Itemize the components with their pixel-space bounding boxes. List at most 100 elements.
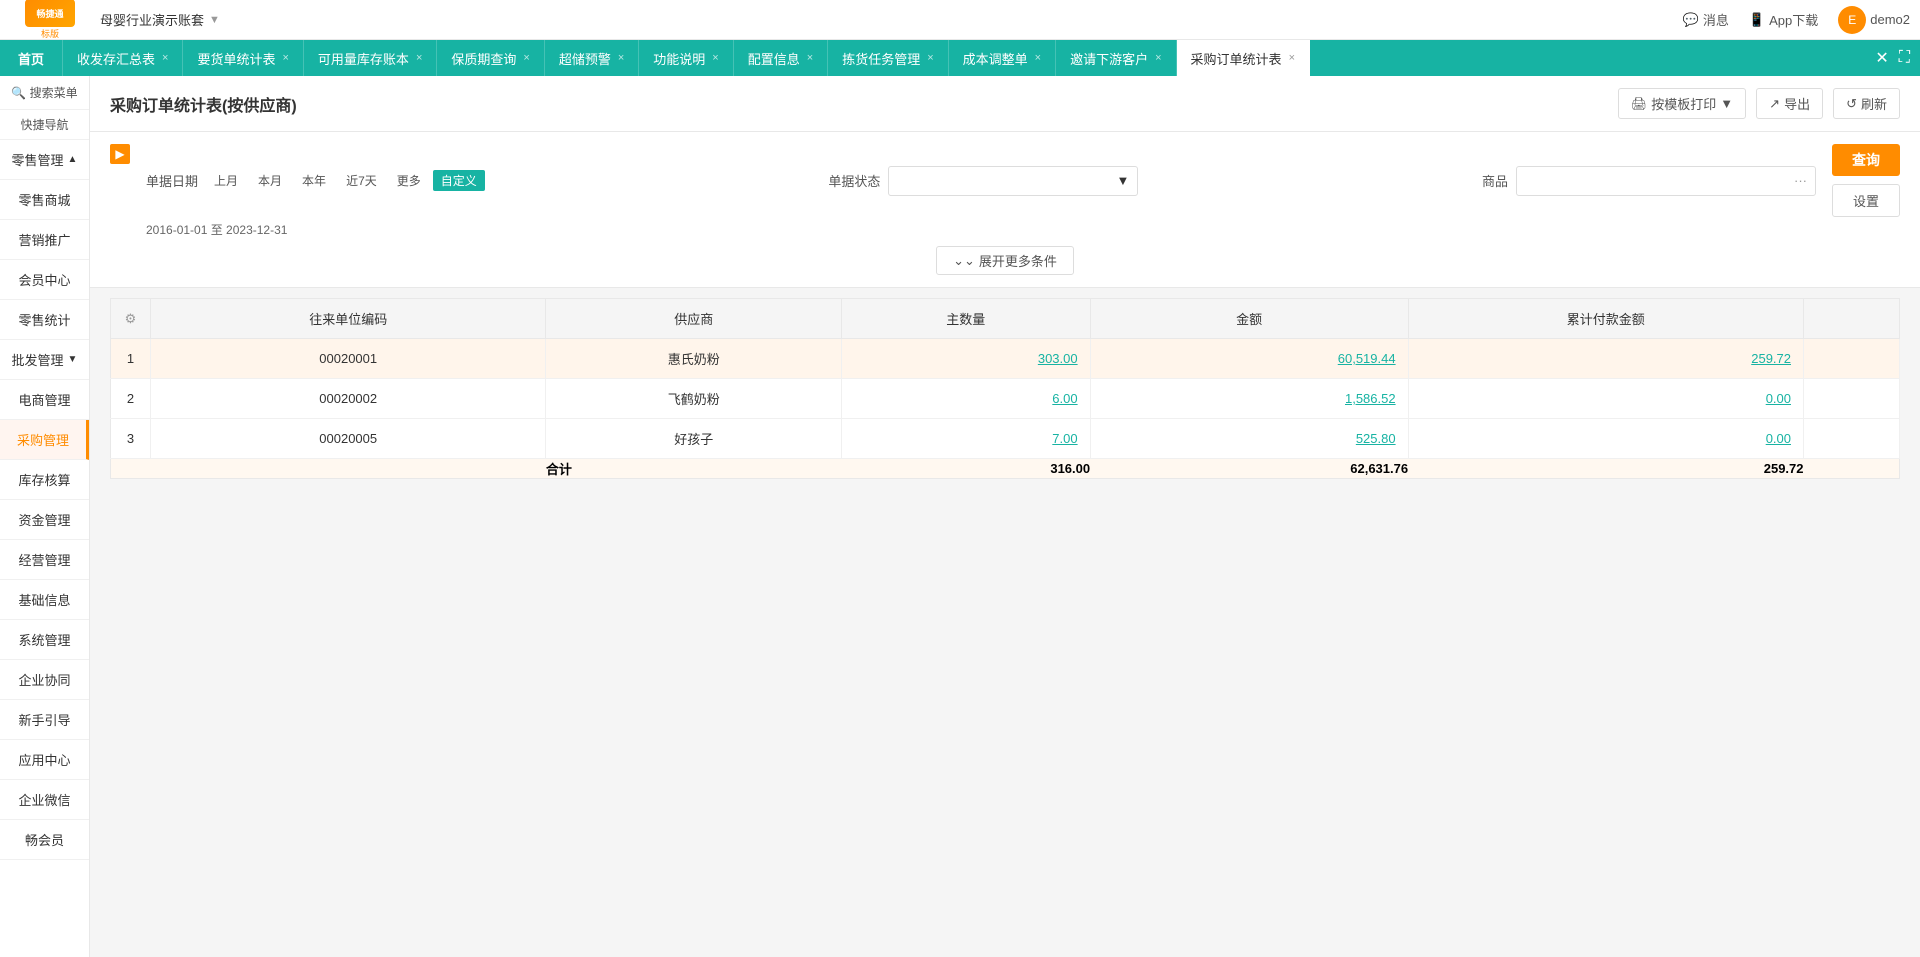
sidebar-item-retail-stats[interactable]: 零售统计: [0, 300, 89, 340]
sidebar-item-label: 会员中心: [18, 270, 70, 289]
more-dates-button[interactable]: 更多: [389, 170, 429, 191]
app-download-button[interactable]: 📱 App下载: [1749, 10, 1818, 29]
sidebar-item-purchase[interactable]: 采购管理: [0, 420, 89, 460]
row-extra: [1804, 339, 1900, 379]
this-year-button[interactable]: 本年: [294, 170, 334, 191]
sidebar-item-marketing[interactable]: 营销推广: [0, 220, 89, 260]
status-filter-label: 单据状态: [828, 171, 880, 190]
workspace-selector[interactable]: 母婴行业演示账套 ▼: [90, 10, 1683, 29]
close-icon[interactable]: ×: [1155, 52, 1161, 64]
sidebar-item-enterprise-wechat[interactable]: 企业微信: [0, 780, 89, 820]
qty-link[interactable]: 6.00: [1052, 391, 1077, 406]
sidebar-item-label: 资金管理: [18, 510, 70, 529]
tab-chaochuyujing[interactable]: 超储预警 ×: [545, 40, 639, 76]
sidebar-item-chang-vip[interactable]: 畅会员: [0, 820, 89, 860]
amount-link[interactable]: 525.80: [1356, 431, 1396, 446]
tab-label: 保质期查询: [451, 49, 516, 68]
row-qty: 6.00: [842, 379, 1091, 419]
table-container: ⚙ 往来单位编码 供应商 主数量 金额 累计付款金额 1 00020001: [90, 298, 1920, 499]
tab-shofazun[interactable]: 收发存汇总表 ×: [63, 40, 183, 76]
amount-link[interactable]: 60,519.44: [1338, 351, 1396, 366]
paid-link[interactable]: 259.72: [1751, 351, 1791, 366]
close-icon[interactable]: ×: [523, 52, 529, 64]
close-icon[interactable]: ×: [1289, 52, 1295, 64]
tab-yaohuo[interactable]: 要货单统计表 ×: [183, 40, 303, 76]
last-month-button[interactable]: 上月: [206, 170, 246, 191]
close-icon[interactable]: ×: [927, 52, 933, 64]
sidebar-item-members[interactable]: 会员中心: [0, 260, 89, 300]
table-row[interactable]: 3 00020005 好孩子 7.00 525.80 0.00: [111, 419, 1900, 459]
sidebar-item-system[interactable]: 系统管理: [0, 620, 89, 660]
logo: 畅捷通 标版: [10, 0, 90, 40]
export-button[interactable]: ↗ 导出: [1756, 88, 1823, 119]
amount-link[interactable]: 1,586.52: [1345, 391, 1396, 406]
tab-gongneng[interactable]: 功能说明 ×: [639, 40, 733, 76]
tab-close-all[interactable]: ✕ ⛶: [1865, 48, 1920, 68]
qty-link[interactable]: 303.00: [1038, 351, 1078, 366]
tab-caigou-active[interactable]: 采购订单统计表 ×: [1177, 40, 1310, 76]
sidebar-item-inventory[interactable]: 库存核算: [0, 460, 89, 500]
col-qty: 主数量: [842, 299, 1091, 339]
qty-link[interactable]: 7.00: [1052, 431, 1077, 446]
query-button[interactable]: 查询: [1832, 144, 1900, 176]
row-supplier: 好孩子: [546, 419, 842, 459]
sidebar-item-retail-manage[interactable]: 零售管理 ▲: [0, 140, 89, 180]
sidebar-item-retail-mall[interactable]: 零售商城: [0, 180, 89, 220]
last-7-days-button[interactable]: 近7天: [338, 170, 385, 191]
goods-input[interactable]: ···: [1516, 166, 1816, 196]
sidebar-item-operations[interactable]: 经营管理: [0, 540, 89, 580]
close-icon[interactable]: ×: [416, 52, 422, 64]
table-row[interactable]: 1 00020001 惠氏奶粉 303.00 60,519.44 259.72: [111, 339, 1900, 379]
table-row[interactable]: 2 00020002 飞鹤奶粉 6.00 1,586.52 0.00: [111, 379, 1900, 419]
close-icon[interactable]: ×: [282, 52, 288, 64]
tab-jianhuo[interactable]: 拣货任务管理 ×: [828, 40, 948, 76]
tab-yaoqing[interactable]: 邀请下游客户 ×: [1056, 40, 1176, 76]
tab-chengben[interactable]: 成本调整单 ×: [949, 40, 1056, 76]
close-icon[interactable]: ×: [712, 52, 718, 64]
tab-baozhiqi[interactable]: 保质期查询 ×: [437, 40, 544, 76]
custom-date-tag[interactable]: 自定义: [433, 170, 485, 191]
sidebar-item-label: 新手引导: [18, 710, 70, 729]
tab-label: 邀请下游客户: [1070, 49, 1148, 68]
close-icon[interactable]: ×: [618, 52, 624, 64]
sidebar-item-app-center[interactable]: 应用中心: [0, 740, 89, 780]
close-icon[interactable]: ×: [162, 52, 168, 64]
paid-link[interactable]: 0.00: [1766, 391, 1791, 406]
paid-link[interactable]: 0.00: [1766, 431, 1791, 446]
tab-home[interactable]: 首页: [0, 40, 63, 76]
gear-icon: ⚙: [125, 311, 137, 326]
refresh-button[interactable]: ↺ 刷新: [1833, 88, 1900, 119]
row-no: 1: [111, 339, 151, 379]
tab-label: 超储预警: [559, 49, 611, 68]
close-icon[interactable]: ×: [1035, 52, 1041, 64]
footer-empty: [151, 459, 546, 479]
close-icon[interactable]: ×: [807, 52, 813, 64]
settings-button[interactable]: 设置: [1832, 184, 1900, 217]
user-profile[interactable]: E demo2: [1838, 6, 1910, 34]
col-settings[interactable]: ⚙: [111, 299, 151, 339]
status-filter: 单据状态 ▼: [828, 166, 1138, 196]
table-footer: 合计 316.00 62,631.76 259.72: [111, 459, 1900, 479]
sidebar-item-finance[interactable]: 资金管理: [0, 500, 89, 540]
tab-home-label: 首页: [18, 49, 44, 68]
message-button[interactable]: 💬 消息: [1683, 10, 1729, 29]
tab-peizhixinxi[interactable]: 配置信息 ×: [734, 40, 828, 76]
tab-label: 功能说明: [653, 49, 705, 68]
sidebar-item-ecommerce[interactable]: 电商管理: [0, 380, 89, 420]
this-month-button[interactable]: 本月: [250, 170, 290, 191]
sidebar-item-enterprise[interactable]: 企业协同: [0, 660, 89, 700]
quick-nav-button[interactable]: 快捷导航: [0, 110, 89, 140]
row-qty: 7.00: [842, 419, 1091, 459]
print-button[interactable]: 🖨 按模板打印 ▼: [1618, 88, 1746, 119]
sidebar-item-wholesale[interactable]: 批发管理 ▼: [0, 340, 89, 380]
tab-keyong[interactable]: 可用量库存账本 ×: [304, 40, 437, 76]
tab-label: 收发存汇总表: [77, 49, 155, 68]
row-extra: [1804, 419, 1900, 459]
sidebar-item-basics[interactable]: 基础信息: [0, 580, 89, 620]
expand-filter-button[interactable]: ⌄⌄ 展开更多条件: [936, 246, 1074, 275]
filter-toggle-button[interactable]: ▶: [110, 144, 130, 164]
search-menu-button[interactable]: 🔍 搜索菜单: [0, 76, 89, 110]
status-select[interactable]: ▼: [888, 166, 1138, 196]
sidebar-item-newbie[interactable]: 新手引导: [0, 700, 89, 740]
col-code: 往来单位编码: [151, 299, 546, 339]
